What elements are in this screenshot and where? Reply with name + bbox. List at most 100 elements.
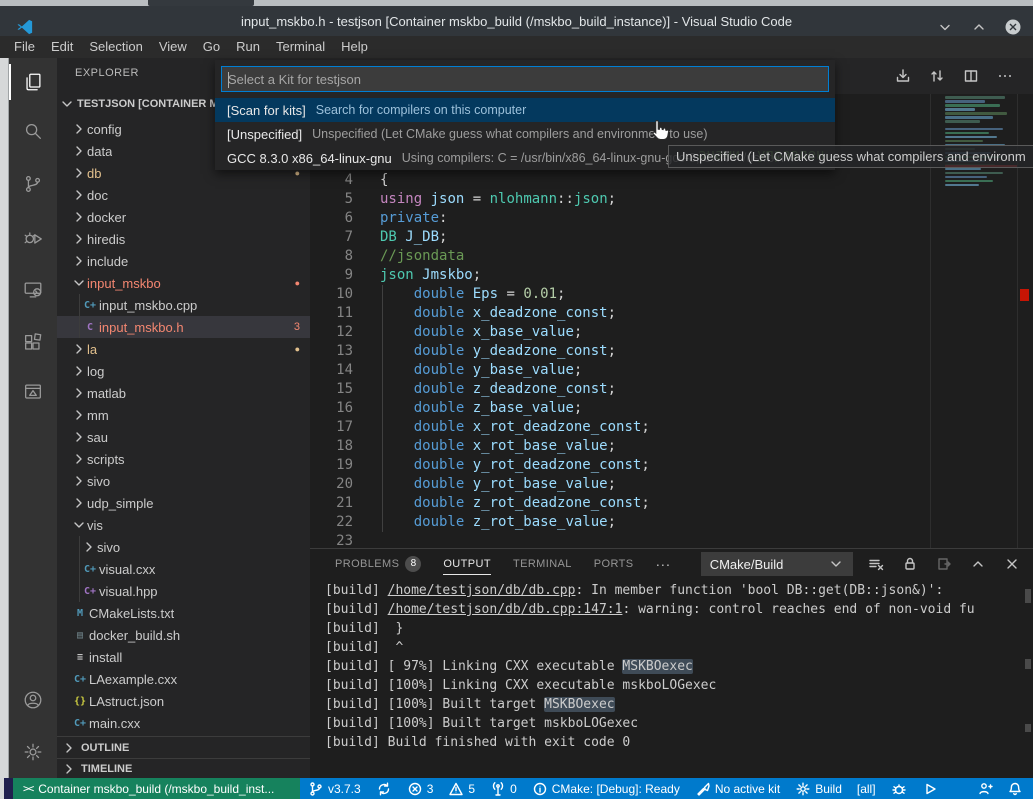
open-output-in-editor-button[interactable] bbox=[935, 555, 953, 573]
tree-item-include[interactable]: include bbox=[57, 250, 310, 272]
menu-selection[interactable]: Selection bbox=[81, 36, 150, 58]
quick-pick-input-wrap bbox=[221, 66, 829, 92]
swap-button[interactable] bbox=[927, 66, 947, 86]
kit-picker-input[interactable] bbox=[222, 67, 828, 91]
tree-item-matlab[interactable]: matlab bbox=[57, 382, 310, 404]
tree-item-mm[interactable]: mm bbox=[57, 404, 310, 426]
split-editor-button[interactable] bbox=[961, 66, 981, 86]
panel-tab-output[interactable]: OUTPUT bbox=[443, 549, 491, 579]
statusbar-warnings[interactable]: 5 bbox=[448, 781, 475, 797]
tree-item-sivo[interactable]: sivo bbox=[57, 536, 310, 558]
menu-run[interactable]: Run bbox=[228, 36, 268, 58]
clear-output-button[interactable] bbox=[867, 555, 885, 573]
tree-item-visual-cxx[interactable]: C+ visual.cxx bbox=[57, 558, 310, 580]
output-line: [build] ^ bbox=[325, 640, 404, 655]
more-button[interactable] bbox=[995, 66, 1015, 86]
menu-edit[interactable]: Edit bbox=[43, 36, 81, 58]
close-panel-button[interactable] bbox=[1003, 555, 1021, 573]
kit-option-0[interactable]: [Scan for kits] Search for compilers on t… bbox=[215, 98, 835, 122]
statusbar-label: Build bbox=[815, 781, 842, 796]
outline-section[interactable]: OUTLINE bbox=[57, 736, 310, 759]
tree-item-vis[interactable]: vis bbox=[57, 514, 310, 536]
tree-item-laexample-cxx[interactable]: C+ LAexample.cxx bbox=[57, 668, 310, 690]
activitybar-search[interactable] bbox=[9, 107, 57, 155]
file-link[interactable]: /home/testjson/db/db.cpp:147:1 bbox=[388, 602, 623, 617]
tree-item-doc[interactable]: doc bbox=[57, 184, 310, 206]
menu-file[interactable]: File bbox=[6, 36, 43, 58]
minimap-line bbox=[945, 175, 987, 178]
chevron-right-icon bbox=[71, 451, 87, 467]
menu-view[interactable]: View bbox=[151, 36, 195, 58]
statusbar-feedback[interactable] bbox=[977, 781, 993, 797]
activitybar-run-debug[interactable] bbox=[9, 214, 57, 262]
statusbar-errors[interactable]: 3 bbox=[407, 781, 433, 797]
tree-item-input-mskbo-h[interactable]: Cinput_mskbo.h 3 bbox=[57, 316, 310, 338]
activitybar-extensions[interactable] bbox=[9, 319, 57, 367]
output-channel-select[interactable]: CMake/Build bbox=[700, 552, 853, 576]
panel-tab-problems[interactable]: PROBLEMS 8 bbox=[335, 549, 422, 579]
statusbar-notifications[interactable] bbox=[1007, 781, 1023, 797]
statusbar-launch[interactable] bbox=[922, 781, 938, 797]
panel-more-tabs[interactable]: ··· bbox=[656, 549, 671, 579]
panel-tab-terminal[interactable]: TERMINAL bbox=[513, 549, 572, 579]
statusbar-sync[interactable] bbox=[376, 781, 392, 797]
output-log[interactable]: [build] /home/testjson/db/db.cpp: In mem… bbox=[325, 581, 1015, 752]
timeline-section[interactable]: TIMELINE bbox=[57, 758, 310, 778]
tree-item-input-mskbo-cpp[interactable]: C+ input_mskbo.cpp bbox=[57, 294, 310, 316]
tree-item-udp-simple[interactable]: udp_simple bbox=[57, 492, 310, 514]
doc-file-icon: ≡ bbox=[76, 651, 84, 663]
statusbar-git-tag[interactable]: v3.7.3 bbox=[308, 781, 361, 797]
menu-terminal[interactable]: Terminal bbox=[268, 36, 333, 58]
code-line: 5 using json = nlohmann::json; bbox=[310, 190, 930, 209]
statusbar-ports[interactable]: 0 bbox=[490, 781, 517, 797]
code-line: 12 double x_base_value; bbox=[310, 323, 930, 342]
tree-item-docker-build-sh[interactable]: ▤ docker_build.sh bbox=[57, 624, 310, 646]
statusbar-build-target[interactable]: [all] bbox=[857, 782, 876, 796]
activitybar-explorer[interactable] bbox=[9, 58, 57, 106]
file-link[interactable]: /home/testjson/db/db.cpp bbox=[388, 583, 576, 598]
tree-item-sau[interactable]: sau bbox=[57, 426, 310, 448]
statusbar-active-kit[interactable]: No active kit bbox=[695, 781, 780, 797]
minimap-line bbox=[945, 104, 1000, 107]
tree-item-cmakelists-txt[interactable]: M CMakeLists.txt bbox=[57, 602, 310, 624]
tree-item-docker[interactable]: docker bbox=[57, 206, 310, 228]
panel-scrollbar-mark[interactable] bbox=[1025, 589, 1031, 603]
maximize-panel-button[interactable] bbox=[969, 555, 987, 573]
statusbar-debug[interactable] bbox=[891, 781, 907, 797]
panel-scrollbar-mark[interactable] bbox=[1025, 659, 1031, 669]
menu-help[interactable]: Help bbox=[333, 36, 376, 58]
menu-go[interactable]: Go bbox=[195, 36, 228, 58]
code-text: { bbox=[380, 172, 389, 188]
activitybar-source-control[interactable] bbox=[9, 160, 57, 208]
panel-scrollbar-mark[interactable] bbox=[1025, 724, 1031, 732]
tree-item-visual-hpp[interactable]: C+ visual.hpp bbox=[57, 580, 310, 602]
chevron-right-icon bbox=[71, 429, 87, 445]
sync-icon bbox=[376, 781, 392, 797]
tree-item-log[interactable]: log bbox=[57, 360, 310, 382]
activitybar-remote-explorer[interactable] bbox=[9, 266, 57, 314]
line-number: 15 bbox=[336, 381, 353, 397]
tree-item-install[interactable]: ≡ install bbox=[57, 646, 310, 668]
vscode-window: input_mskbo.h - testjson [Container mskb… bbox=[0, 0, 1033, 799]
tree-item-input-mskbo[interactable]: input_mskbo ● bbox=[57, 272, 310, 294]
panel-tab-ports[interactable]: PORTS bbox=[594, 549, 634, 579]
tree-item-lastruct-json[interactable]: {} LAstruct.json bbox=[57, 690, 310, 712]
tree-item-hiredis[interactable]: hiredis bbox=[57, 228, 310, 250]
tree-item-scripts[interactable]: scripts bbox=[57, 448, 310, 470]
lock-scroll-button[interactable] bbox=[901, 555, 919, 573]
minimap-line bbox=[945, 179, 993, 182]
tree-item-la[interactable]: la ● bbox=[57, 338, 310, 360]
activitybar-account[interactable] bbox=[9, 676, 57, 724]
download-button[interactable] bbox=[893, 66, 913, 86]
activitybar-settings[interactable] bbox=[9, 728, 57, 776]
tree-item-main-cxx[interactable]: C+ main.cxx bbox=[57, 712, 310, 734]
tree-item-label: LAstruct.json bbox=[89, 693, 165, 709]
statusbar-build[interactable]: Build bbox=[795, 781, 842, 797]
branch-icon bbox=[308, 781, 324, 797]
line-number: 7 bbox=[344, 229, 353, 245]
activitybar-containers[interactable] bbox=[9, 368, 57, 416]
statusbar-cmake-status[interactable]: CMake: [Debug]: Ready bbox=[532, 781, 680, 797]
remote-indicator[interactable]: >< Container mskbo_build (/mskbo_build_i… bbox=[13, 778, 300, 799]
kit-option-1[interactable]: [Unspecified] Unspecified (Let CMake gues… bbox=[215, 122, 835, 146]
tree-item-sivo[interactable]: sivo bbox=[57, 470, 310, 492]
